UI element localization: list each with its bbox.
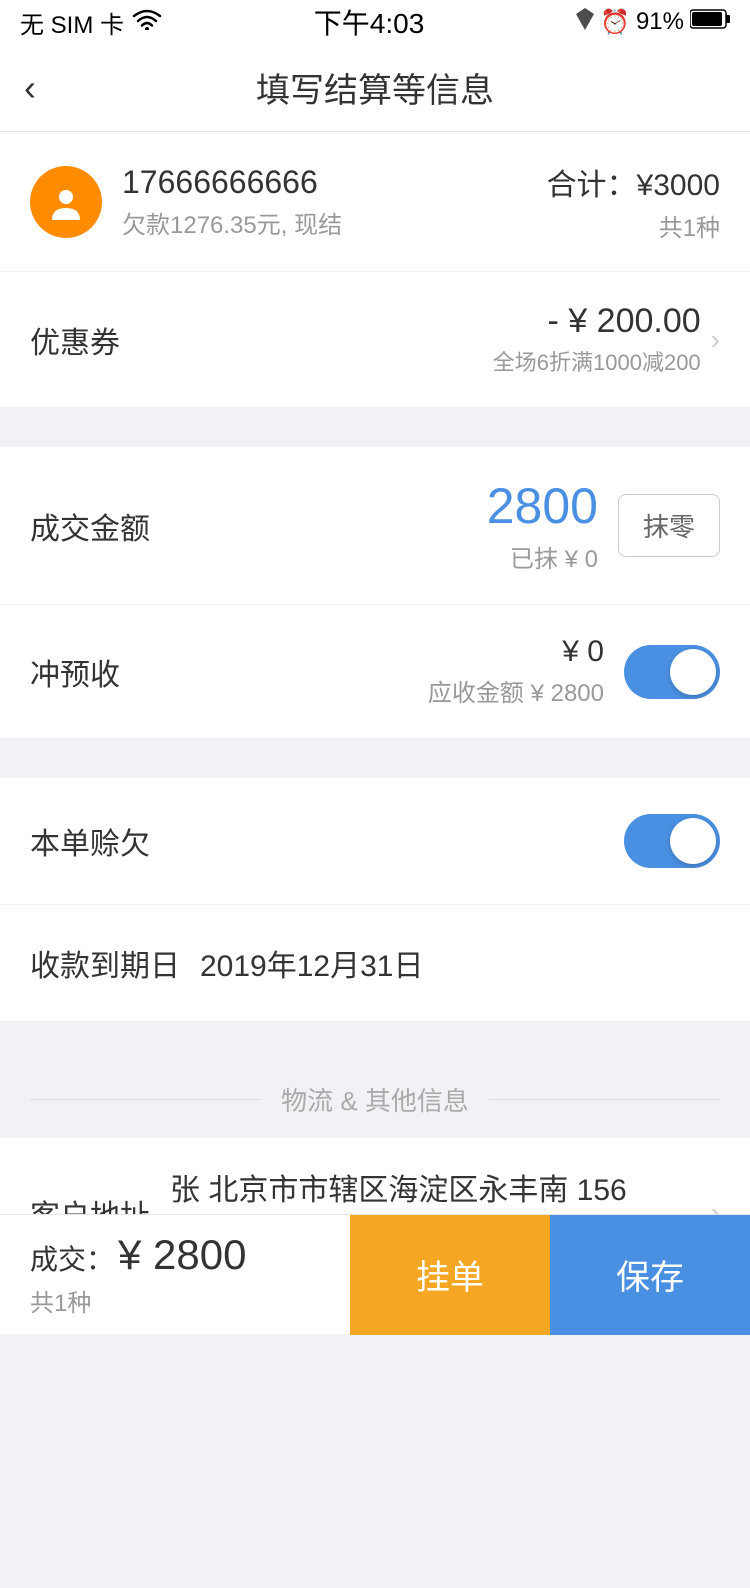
transaction-amount: 2800 xyxy=(487,477,598,535)
prereceive-row: 冲预收 ¥ 0 应收金额 ¥ 2800 xyxy=(0,604,750,738)
prereceive-label: 冲预收 xyxy=(30,650,120,694)
back-button[interactable]: ‹ xyxy=(24,67,36,109)
debt-row: 本单赊欠 xyxy=(0,778,750,904)
sim-status: 无 SIM 卡 xyxy=(20,5,124,40)
separator-2 xyxy=(0,758,750,778)
coupon-right: - ¥ 200.00 全场6折满1000减200 › xyxy=(493,302,720,377)
page-title: 填写结算等信息 xyxy=(256,63,494,112)
debt-toggle-knob xyxy=(670,818,716,864)
nav-bar: ‹ 填写结算等信息 xyxy=(0,44,750,132)
debt-card: 本单赊欠 收款到期日 2019年12月31日 xyxy=(0,778,750,1021)
battery-icon xyxy=(690,8,730,37)
total-amount: 合计：¥3000 xyxy=(547,160,720,204)
prereceive-right: ¥ 0 应收金额 ¥ 2800 xyxy=(428,635,720,708)
amount-label: 成交金额 xyxy=(30,504,150,548)
prereceive-amount: ¥ 0 xyxy=(428,635,604,669)
status-left: 无 SIM 卡 xyxy=(20,5,162,40)
bottom-amount: ¥ 2800 xyxy=(118,1231,246,1279)
amount-row: 成交金额 2800 已抹 ¥ 0 抹零 xyxy=(0,447,750,604)
divider-line-right xyxy=(489,1099,720,1100)
customer-row: 17666666666 欠款1276.35元, 现结 合计：¥3000 共1种 xyxy=(0,132,750,272)
amount-right: 2800 已抹 ¥ 0 抹零 xyxy=(487,477,720,574)
duedate-row: 收款到期日 2019年12月31日 xyxy=(0,904,750,1021)
status-bar: 无 SIM 卡 下午4:03 ⏰ 91% xyxy=(0,0,750,44)
hold-button[interactable]: 挂单 xyxy=(350,1215,550,1335)
logistics-label: 物流 & 其他信息 xyxy=(261,1081,489,1118)
status-time: 下午4:03 xyxy=(314,2,425,42)
prereceive-sub: 应收金额 ¥ 2800 xyxy=(428,673,604,708)
coupon-chevron-icon: › xyxy=(711,324,720,356)
wifi-icon xyxy=(132,8,162,37)
alarm-icon: ⏰ xyxy=(600,8,630,37)
total-count: 共1种 xyxy=(547,208,720,243)
customer-sub: 欠款1276.35元, 现结 xyxy=(122,205,342,240)
prereceive-toggle[interactable] xyxy=(624,645,720,699)
transaction-sub: 已抹 ¥ 0 xyxy=(487,539,598,574)
duedate-value: 2019年12月31日 xyxy=(200,941,423,985)
coupon-row[interactable]: 优惠券 - ¥ 200.00 全场6折满1000减200 › xyxy=(0,272,750,407)
location-icon xyxy=(576,8,594,37)
content-area: 17666666666 欠款1276.35元, 现结 合计：¥3000 共1种 … xyxy=(0,132,750,1588)
bottom-bar: 成交： ¥ 2800 共1种 挂单 保存 xyxy=(0,1214,750,1334)
transaction-card: 成交金额 2800 已抹 ¥ 0 抹零 冲预收 ¥ 0 应收金额 ¥ 2800 xyxy=(0,447,750,738)
customer-phone: 17666666666 xyxy=(122,164,342,201)
debt-label: 本单赊欠 xyxy=(30,819,150,863)
separator-3 xyxy=(0,1041,750,1061)
avatar xyxy=(30,166,102,238)
bottom-summary: 成交： ¥ 2800 共1种 xyxy=(0,1231,350,1318)
coupon-desc: 全场6折满1000减200 xyxy=(493,345,701,377)
separator-1 xyxy=(0,427,750,447)
bottom-count: 共1种 xyxy=(30,1283,320,1318)
bottom-deal-label: 成交： xyxy=(30,1238,114,1278)
status-right: ⏰ 91% xyxy=(576,8,730,37)
amount-value-group: 2800 已抹 ¥ 0 xyxy=(487,477,598,574)
logistics-divider: 物流 & 其他信息 xyxy=(0,1061,750,1138)
prereceive-value: ¥ 0 应收金额 ¥ 2800 xyxy=(428,635,604,708)
customer-card: 17666666666 欠款1276.35元, 现结 合计：¥3000 共1种 … xyxy=(0,132,750,407)
debt-toggle[interactable] xyxy=(624,814,720,868)
round-button[interactable]: 抹零 xyxy=(618,494,720,557)
customer-right: 合计：¥3000 共1种 xyxy=(547,160,720,243)
coupon-value: - ¥ 200.00 全场6折满1000减200 xyxy=(493,302,701,377)
duedate-label: 收款到期日 xyxy=(30,941,180,985)
customer-info: 17666666666 欠款1276.35元, 现结 xyxy=(122,164,342,240)
divider-line-left xyxy=(30,1099,261,1100)
save-button[interactable]: 保存 xyxy=(550,1215,750,1335)
coupon-discount: - ¥ 200.00 xyxy=(493,302,701,341)
toggle-knob xyxy=(670,649,716,695)
bottom-deal-row: 成交： ¥ 2800 xyxy=(30,1231,320,1279)
customer-left: 17666666666 欠款1276.35元, 现结 xyxy=(30,164,342,240)
coupon-label: 优惠券 xyxy=(30,318,120,362)
battery-text: 91% xyxy=(636,8,684,36)
